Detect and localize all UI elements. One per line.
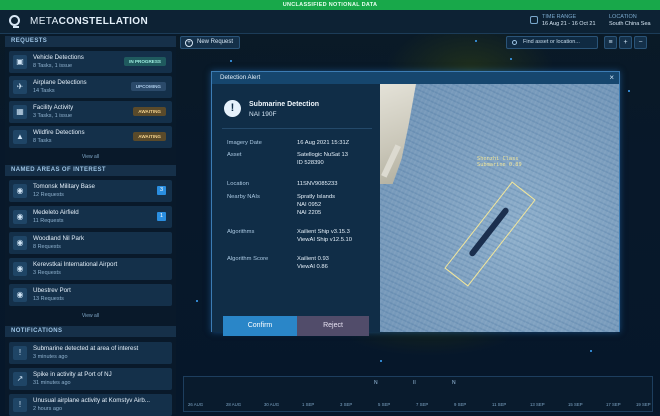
confirm-button[interactable]: Confirm <box>223 316 297 336</box>
location-selector[interactable]: LOCATION South China Sea <box>609 14 651 28</box>
left-sidebar: REQUESTS ▣ Vehicle Detections 8 Tasks, 1… <box>5 34 176 416</box>
rewind-button[interactable]: N <box>374 380 378 386</box>
car-icon: ▣ <box>13 55 27 69</box>
nai-heading: NAMED AREAS OF INTEREST <box>5 165 176 176</box>
plus-icon: + <box>185 39 193 47</box>
nai-item[interactable]: ◉ Woodland Nil Park 8 Requests <box>9 232 172 254</box>
location-pin-icon: ◉ <box>13 210 27 224</box>
map-marker[interactable] <box>196 300 198 302</box>
nai-item[interactable]: ◉ Medeleto Airfield 11 Requests 1 <box>9 206 172 228</box>
location-pin-icon: ◉ <box>13 184 27 198</box>
detection-details: ! Submarine Detection NAI 190F Imagery D… <box>212 84 380 336</box>
status-badge: AWAITING <box>133 107 166 116</box>
forward-button[interactable]: N <box>452 380 456 386</box>
requests-heading: REQUESTS <box>5 36 176 47</box>
dialog-header: Detection Alert × <box>212 72 619 84</box>
search-input[interactable]: Find asset or location... <box>506 36 598 49</box>
new-request-button[interactable]: + New Request <box>180 36 240 49</box>
reject-button[interactable]: Reject <box>297 316 369 336</box>
satellite-imagery[interactable]: Shenzhi Class Submarine 0.89 <box>380 84 619 332</box>
status-badge: AWAITING <box>133 132 166 141</box>
request-item[interactable]: ▲ Wildfire Detections 8 Tasks AWAITING <box>9 126 172 148</box>
detection-title: Submarine Detection <box>249 101 320 108</box>
location-pin-icon: ◉ <box>13 262 27 276</box>
location-pin-icon: ◉ <box>13 288 27 302</box>
detection-nai: NAI 190F <box>249 111 277 118</box>
fire-icon: ▲ <box>13 130 27 144</box>
divider <box>222 128 372 129</box>
detection-alert-dialog: Detection Alert × ! Submarine Detection … <box>211 71 620 336</box>
nai-view-all-link[interactable]: View all <box>5 313 176 319</box>
zoom-out-button[interactable]: − <box>634 36 647 49</box>
nai-item[interactable]: ◉ Tomonsk Military Base 12 Requests 3 <box>9 180 172 202</box>
detection-label: Shenzhi Class Submarine 0.89 <box>477 156 522 168</box>
notification-item[interactable]: ↗ Spike in activity at Port of NJ 31 min… <box>9 368 172 390</box>
notification-item[interactable]: ! Submarine detected at area of interest… <box>9 342 172 364</box>
chart-icon: ↗ <box>13 372 27 386</box>
zoom-in-button[interactable]: + <box>619 36 632 49</box>
map-marker[interactable] <box>590 350 592 352</box>
request-item[interactable]: ▣ Vehicle Detections 8 Tasks, 1 issue IN… <box>9 51 172 73</box>
app-header: METACONSTELLATION TIME RANGE 16 Aug 21 -… <box>0 10 660 34</box>
count-badge: 1 <box>157 212 166 221</box>
map-marker[interactable] <box>475 40 477 42</box>
app-title: METACONSTELLATION <box>30 16 149 27</box>
notifications-heading: NOTIFICATIONS <box>5 326 176 337</box>
request-item[interactable]: ▦ Facility Activity 3 Tasks, 1 issue AWA… <box>9 101 172 123</box>
classification-banner: UNCLASSIFIED NOTIONAL DATA <box>0 0 660 10</box>
alert-icon: ! <box>13 398 27 412</box>
pause-button[interactable]: II <box>413 380 416 386</box>
map-marker[interactable] <box>510 58 512 60</box>
calendar-icon <box>530 16 538 24</box>
location-pin-icon: ◉ <box>13 236 27 250</box>
status-badge: IN PROGRESS <box>124 57 166 66</box>
building-icon: ▦ <box>13 105 27 119</box>
count-badge: 3 <box>157 186 166 195</box>
map-marker[interactable] <box>380 360 382 362</box>
request-item[interactable]: ✈ Airplane Detections 14 Tasks UPCOMING <box>9 76 172 98</box>
nai-item[interactable]: ◉ Ubestrev Port 13 Requests <box>9 284 172 306</box>
nai-item[interactable]: ◉ Kerevstkai International Airport 3 Req… <box>9 258 172 280</box>
search-icon <box>512 40 517 45</box>
timeline[interactable]: N II N 26 AUG 28 AUG 30 AUG 1 SEP 3 SEP … <box>183 376 653 412</box>
notification-item[interactable]: ! Unusual airplane activity at Komstyv A… <box>9 394 172 416</box>
close-icon[interactable]: × <box>609 73 614 83</box>
time-range[interactable]: TIME RANGE 16 Aug 21 - 16 Oct 21 <box>542 14 596 28</box>
app-logo-icon <box>9 15 20 28</box>
alert-icon: ! <box>13 346 27 360</box>
airplane-icon: ✈ <box>13 80 27 94</box>
map-marker[interactable] <box>628 90 630 92</box>
status-badge: UPCOMING <box>130 82 166 91</box>
map-marker[interactable] <box>230 60 232 62</box>
layers-button[interactable]: ≡ <box>604 36 617 49</box>
requests-view-all-link[interactable]: View all <box>5 154 176 160</box>
detection-bounding-box[interactable] <box>444 181 536 287</box>
alert-icon: ! <box>224 100 241 117</box>
